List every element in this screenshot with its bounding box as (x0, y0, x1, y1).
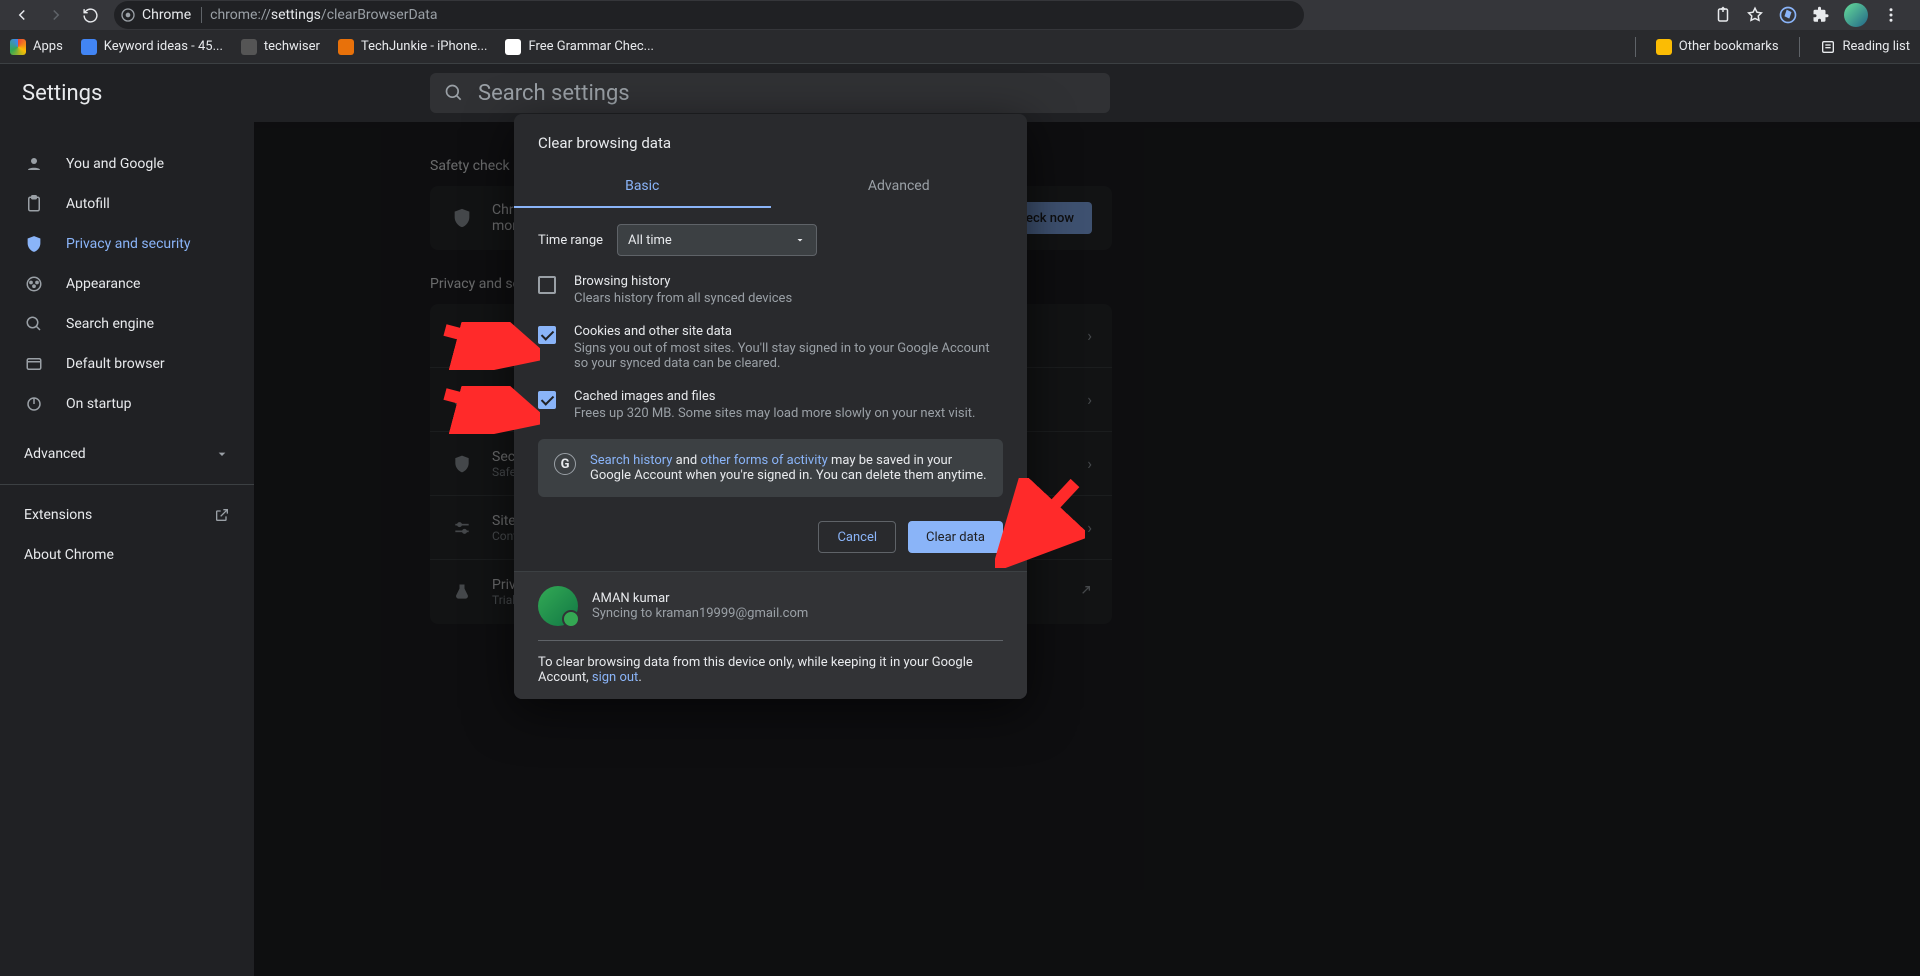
checkbox-row-browsing-history[interactable]: Browsing historyClears history from all … (538, 274, 1003, 306)
nav-extensions[interactable]: Extensions (0, 495, 254, 535)
chevron-down-icon (214, 446, 230, 462)
sync-note: To clear browsing data from this device … (538, 655, 1003, 685)
google-activity-info: G Search history and other forms of acti… (538, 439, 1003, 497)
star-icon[interactable] (1746, 6, 1764, 24)
extensions-icon[interactable] (1812, 6, 1830, 24)
checkbox-browsing-history[interactable] (538, 276, 556, 294)
reload-button[interactable] (76, 1, 104, 29)
checkbox-row-cookies[interactable]: Cookies and other site dataSigns you out… (538, 324, 1003, 371)
forward-button[interactable] (42, 1, 70, 29)
bookmark-item[interactable]: TechJunkie - iPhone... (338, 39, 487, 55)
url-text: chrome://settings/clearBrowserData (210, 7, 437, 23)
nav-on-startup[interactable]: On startup (0, 384, 254, 424)
bookmark-item[interactable]: techwiser (241, 39, 320, 55)
share-icon[interactable] (1714, 6, 1732, 24)
other-bookmarks[interactable]: Other bookmarks (1656, 39, 1779, 55)
search-history-link[interactable]: Search history (590, 453, 672, 468)
profile-name: AMAN kumar (592, 591, 808, 606)
bookmark-item[interactable]: Free Grammar Chec... (505, 39, 654, 55)
apps-shortcut[interactable]: Apps (10, 39, 63, 55)
back-button[interactable] (8, 1, 36, 29)
bookmark-item[interactable]: Keyword ideas - 45... (81, 39, 223, 55)
clear-data-button[interactable]: Clear data (908, 521, 1003, 553)
external-link-icon (214, 507, 230, 523)
chrome-icon (120, 7, 136, 23)
tab-advanced[interactable]: Advanced (771, 164, 1028, 208)
search-placeholder: Search settings (478, 81, 630, 106)
dialog-title: Clear browsing data (514, 114, 1027, 164)
clear-browsing-data-dialog: Clear browsing data Basic Advanced Time … (514, 114, 1027, 699)
nav-autofill[interactable]: Autofill (0, 184, 254, 224)
dropdown-arrow-icon (794, 234, 806, 246)
profile-sync-status: Syncing to kraman19999@gmail.com (592, 606, 808, 621)
compass-icon[interactable] (1778, 5, 1798, 25)
sign-out-link[interactable]: sign out (592, 670, 638, 685)
nav-search-engine[interactable]: Search engine (0, 304, 254, 344)
settings-nav: You and Google Autofill Privacy and secu… (0, 122, 254, 976)
tab-basic[interactable]: Basic (514, 164, 771, 208)
browser-toolbar: Chrome chrome://settings/clearBrowserDat… (0, 0, 1920, 30)
site-name: Chrome (142, 7, 191, 23)
checkbox-row-cached[interactable]: Cached images and filesFrees up 320 MB. … (538, 389, 1003, 421)
bookmarks-bar: Apps Keyword ideas - 45... techwiser Tec… (0, 30, 1920, 64)
profile-avatar-toolbar[interactable] (1844, 3, 1868, 27)
profile-avatar (538, 586, 578, 626)
time-range-select[interactable]: All time (617, 224, 817, 256)
app-title: Settings (22, 81, 102, 106)
kebab-menu-icon[interactable] (1882, 6, 1900, 24)
checkbox-cached[interactable] (538, 391, 556, 409)
reading-list[interactable]: Reading list (1820, 39, 1910, 55)
omnibox[interactable]: Chrome chrome://settings/clearBrowserDat… (114, 1, 1304, 29)
settings-search[interactable]: Search settings (430, 73, 1110, 113)
external-link-icon (1076, 584, 1092, 600)
nav-advanced[interactable]: Advanced (0, 434, 254, 474)
nav-privacy-security[interactable]: Privacy and security (0, 224, 254, 264)
nav-default-browser[interactable]: Default browser (0, 344, 254, 384)
nav-you-and-google[interactable]: You and Google (0, 144, 254, 184)
time-range-label: Time range (538, 233, 603, 248)
cancel-button[interactable]: Cancel (818, 521, 896, 553)
checkbox-cookies[interactable] (538, 326, 556, 344)
nav-about-chrome[interactable]: About Chrome (0, 535, 254, 575)
nav-appearance[interactable]: Appearance (0, 264, 254, 304)
search-icon (444, 83, 464, 103)
other-activity-link[interactable]: other forms of activity (700, 453, 827, 468)
google-icon: G (554, 453, 576, 475)
